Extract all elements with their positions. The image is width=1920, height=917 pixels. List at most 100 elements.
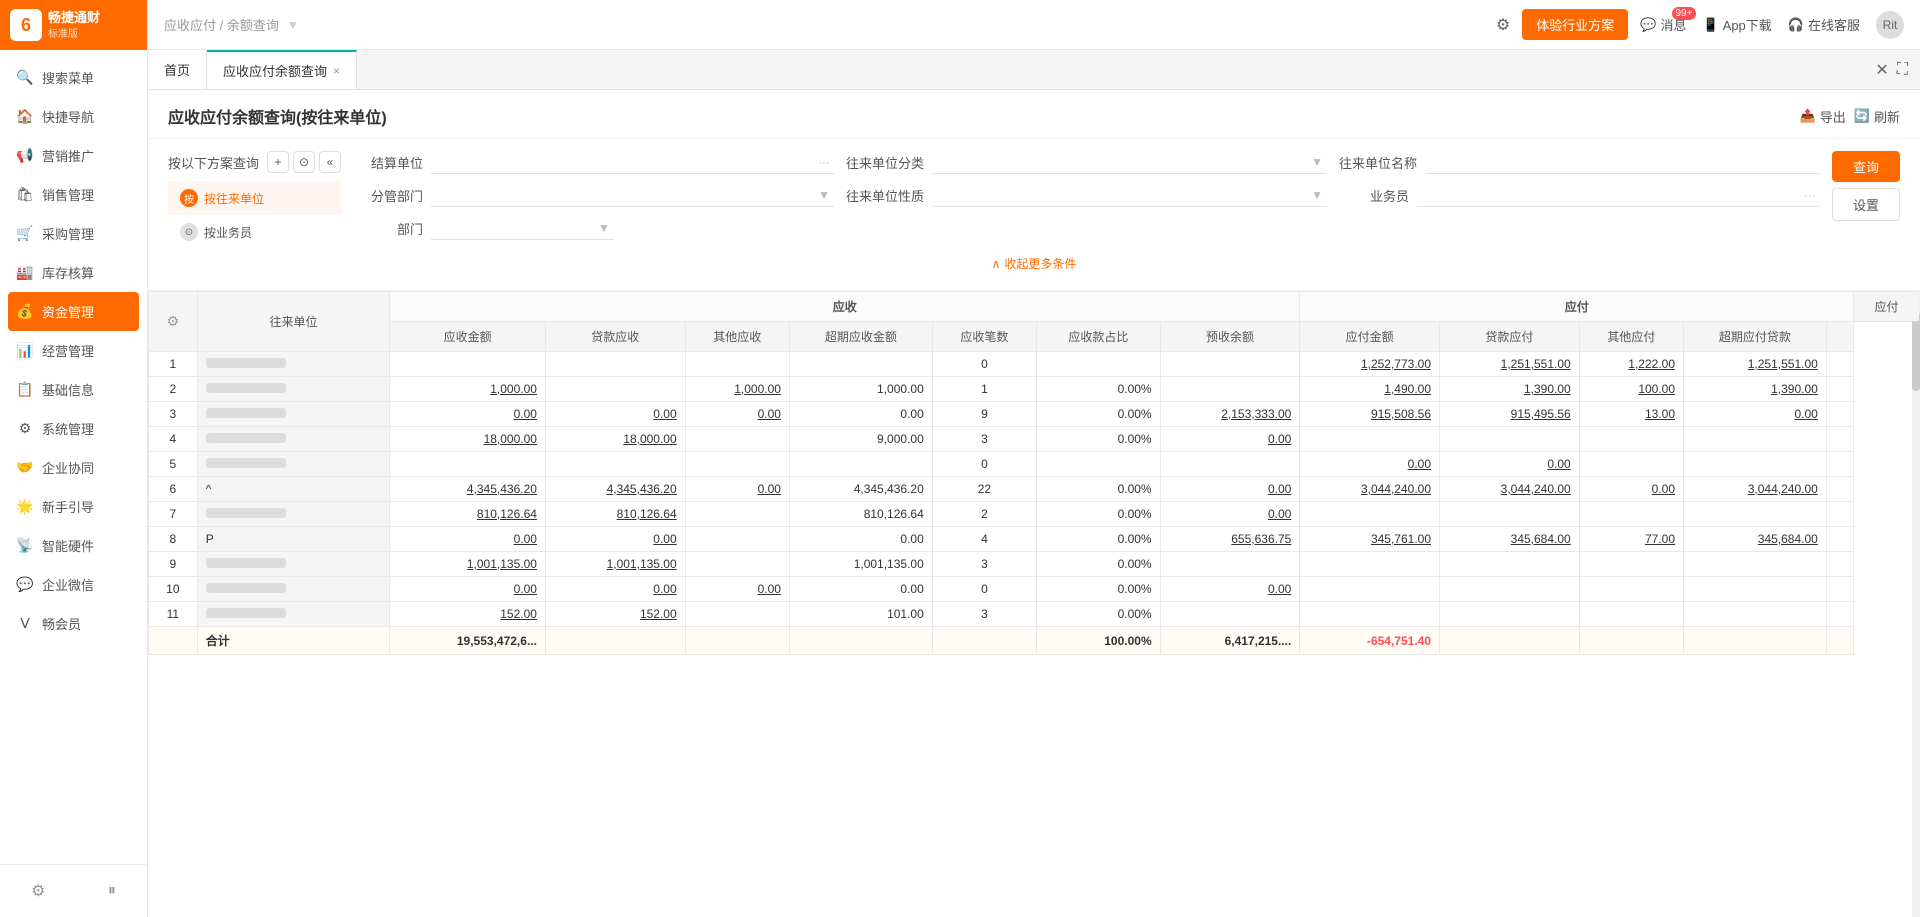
department-arrow[interactable]: ▼: [594, 221, 614, 235]
settlement-unit-label: 结算单位: [353, 153, 423, 172]
logo-icon: 6: [10, 9, 42, 41]
corp-icon: 🤝: [16, 459, 34, 476]
col-receivable-count: 应收笔数: [932, 322, 1036, 352]
col-overdue-payable: 超期应付贷款: [1684, 322, 1827, 352]
vertical-scrollbar[interactable]: [1912, 291, 1920, 917]
col-payable-suffix: 应付: [1854, 292, 1920, 322]
dept-managed-input[interactable]: [431, 184, 814, 206]
salesperson-dots[interactable]: ···: [1800, 188, 1820, 202]
sidebar-item-member[interactable]: Ⅴ 畅会员: [0, 604, 147, 643]
export-button[interactable]: 📤 导出: [1800, 107, 1846, 126]
sidebar-item-capital[interactable]: 💰 资金管理: [8, 292, 139, 331]
filter-fields: 结算单位 ··· 往来单位分类 ▼: [353, 151, 1820, 244]
member-icon: Ⅴ: [16, 615, 34, 632]
scrollbar-thumb[interactable]: [1912, 311, 1920, 391]
col-receivable-ratio: 应收款占比: [1037, 322, 1161, 352]
sidebar-item-purchase[interactable]: 🛒 采购管理: [0, 214, 147, 253]
sidebar-item-label: 系统管理: [42, 419, 94, 438]
table-wrap[interactable]: ⚙ 往来单位 应收 应付 应付 应收金额 贷款应收 其他应收 超期应收金额 应收…: [148, 291, 1920, 917]
sidebar-item-basic[interactable]: 📋 基础信息: [0, 370, 147, 409]
user-avatar[interactable]: Rit: [1876, 11, 1904, 39]
operation-icon: 📊: [16, 342, 34, 359]
guide-icon: 🌟: [16, 498, 34, 515]
message-icon: 💬: [1640, 17, 1656, 33]
sidebar-item-sales[interactable]: 🛍 销售管理: [0, 175, 147, 214]
sidebar-item-inventory[interactable]: 🏭 库存核算: [0, 253, 147, 292]
app-download-button[interactable]: 📱 App下载: [1702, 15, 1771, 34]
page-container: 应收应付余额查询(按往来单位) 📤 导出 🔄 刷新 按以下方案查询: [148, 90, 1920, 917]
sidebar-item-label: 新手引导: [42, 497, 94, 516]
table-row: 3 0.00 0.00 0.00 0.00 9 0.00% 2,153,333.…: [149, 402, 1920, 427]
tab-home[interactable]: 首页: [148, 50, 207, 89]
sidebar-item-system[interactable]: ⚙ 系统管理: [0, 409, 147, 448]
scheme-partner-icon: 按: [180, 189, 198, 207]
sidebar-item-guide[interactable]: 🌟 新手引导: [0, 487, 147, 526]
col-payable-tail: [1826, 322, 1853, 352]
settings-button[interactable]: 设置: [1832, 188, 1900, 221]
partner-nature-arrow[interactable]: ▼: [1307, 188, 1327, 202]
sidebar-item-wechat[interactable]: 💬 企业微信: [0, 565, 147, 604]
main-content: 应收应付余额查询(按往来单位) 📤 导出 🔄 刷新 按以下方案查询: [148, 90, 1920, 917]
sidebar-item-search[interactable]: 🔍 搜索菜单: [0, 58, 147, 97]
solution-button[interactable]: 体验行业方案: [1522, 9, 1628, 40]
salesperson-input[interactable]: [1417, 184, 1800, 206]
sidebar-item-label: 搜索菜单: [42, 68, 94, 87]
total-receivable-amount: 19,553,472,6...: [390, 627, 546, 655]
scheme-by-partner[interactable]: 按 按往来单位: [168, 181, 341, 215]
search-icon: 🔍: [16, 69, 34, 86]
table-settings-icon[interactable]: ⚙: [167, 313, 180, 329]
sidebar-item-marketing[interactable]: 📢 营销推广: [0, 136, 147, 175]
partner-category-label: 往来单位分类: [846, 153, 924, 172]
gear-icon[interactable]: ⚙: [1496, 15, 1510, 35]
sidebar-item-label: 资金管理: [42, 302, 94, 321]
close-window-icon[interactable]: ✕: [1875, 60, 1888, 80]
settings-bottom-icon[interactable]: ⚙: [23, 873, 53, 909]
filter-partner-nature: 往来单位性质 ▼: [846, 184, 1327, 207]
collapse-icon[interactable]: ⏸: [100, 874, 124, 908]
refresh-button[interactable]: 🔄 刷新: [1854, 107, 1900, 126]
sidebar-item-label: 企业协同: [42, 458, 94, 477]
partner-nature-input[interactable]: [932, 184, 1307, 206]
scheme-partner-label: 按往来单位: [204, 190, 264, 207]
customer-service-button[interactable]: 🎧 在线客服: [1788, 15, 1860, 34]
scheme-panel: 按以下方案查询 + ⊙ « 按 按往来单位 ⊙ 按业务员: [168, 151, 341, 249]
scheme-by-salesperson[interactable]: ⊙ 按业务员: [168, 215, 341, 249]
query-button[interactable]: 查询: [1832, 151, 1900, 182]
partner-category-input[interactable]: [932, 151, 1307, 173]
capital-icon: 💰: [16, 303, 34, 320]
sidebar-item-corp[interactable]: 🤝 企业协同: [0, 448, 147, 487]
filter-settlement-unit: 结算单位 ···: [353, 151, 834, 174]
table-row: 2 1,000.00 1,000.00 1,000.00 1 0.00% 1,4…: [149, 377, 1920, 402]
collapse-scheme-button[interactable]: «: [319, 151, 341, 173]
filter-label: 按以下方案查询: [168, 153, 259, 172]
system-icon: ⚙: [16, 420, 34, 437]
sidebar-item-hardware[interactable]: 📡 智能硬件: [0, 526, 147, 565]
sidebar-item-operation[interactable]: 📊 经营管理: [0, 331, 147, 370]
sidebar-item-quick[interactable]: 🏠 快捷导航: [0, 97, 147, 136]
edit-scheme-button[interactable]: ⊙: [293, 151, 315, 173]
tab-bar: 首页 应收应付余额查询 × ✕ ⛶: [148, 50, 1920, 90]
download-icon: 📱: [1702, 17, 1718, 33]
total-prepaid-balance: 6,417,215....: [1160, 627, 1300, 655]
settlement-unit-input[interactable]: [431, 151, 814, 173]
tab-close-icon[interactable]: ×: [333, 64, 340, 78]
message-button[interactable]: 💬 消息 99+: [1640, 15, 1686, 34]
sidebar-item-label: 营销推广: [42, 146, 94, 165]
dept-managed-arrow[interactable]: ▼: [814, 188, 834, 202]
partner-category-arrow[interactable]: ▼: [1307, 155, 1327, 169]
maximize-icon[interactable]: ⛶: [1897, 61, 1908, 79]
tab-current[interactable]: 应收应付余额查询 ×: [207, 50, 357, 89]
sidebar-item-label: 企业微信: [42, 575, 94, 594]
query-btn-group: 查询 设置: [1832, 151, 1900, 221]
department-input[interactable]: [431, 217, 594, 239]
settlement-unit-dots[interactable]: ···: [814, 155, 834, 169]
sidebar-item-label: 采购管理: [42, 224, 94, 243]
current-tab-label: 应收应付余额查询: [223, 61, 327, 80]
add-scheme-button[interactable]: +: [267, 151, 289, 173]
partner-name-input[interactable]: [1425, 151, 1820, 173]
scheme-salesperson-icon: ⊙: [180, 223, 198, 241]
sidebar: 6 畅捷通财 标准版 🔍 搜索菜单 🏠 快捷导航 📢 营销推广 🛍 销售管理 🛒…: [0, 0, 148, 917]
page-header: 应收应付余额查询(按往来单位) 📤 导出 🔄 刷新: [148, 90, 1920, 139]
collapse-more-btn[interactable]: ∧ 收起更多条件: [168, 249, 1900, 278]
page-actions: 📤 导出 🔄 刷新: [1800, 107, 1900, 126]
